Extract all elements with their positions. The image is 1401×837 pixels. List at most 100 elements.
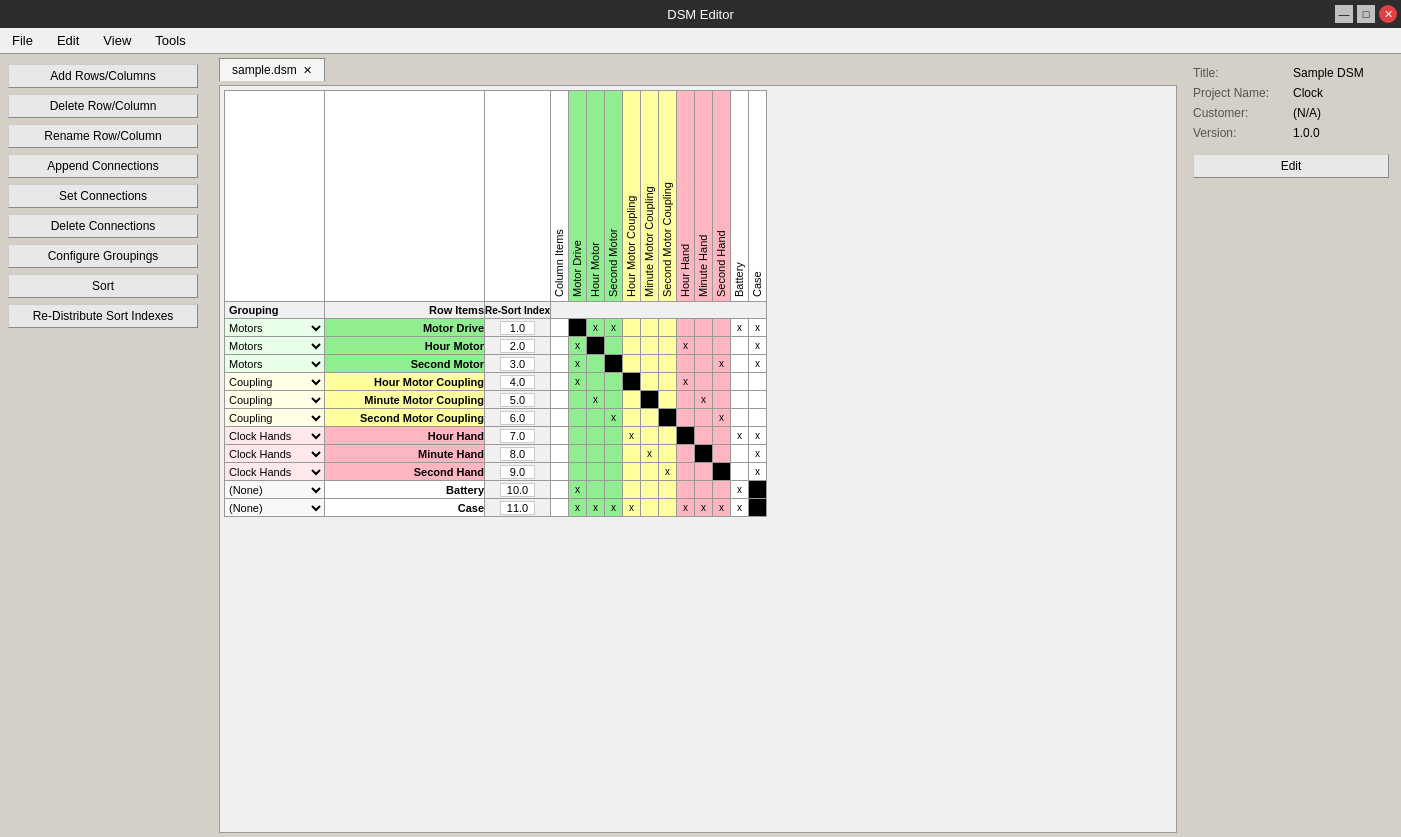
matrix-cell: x — [569, 499, 587, 517]
index-cell-sh[interactable] — [485, 463, 551, 481]
title-value: Sample DSM — [1293, 66, 1364, 80]
grouping-cell-second-motor-coupling[interactable]: MotorsCouplingClock Hands(None) — [225, 409, 325, 427]
close-button[interactable]: ✕ — [1379, 5, 1397, 23]
index-input-case[interactable] — [500, 501, 535, 515]
grouping-select-minute-motor-coupling[interactable]: MotorsCouplingClock Hands(None) — [225, 393, 324, 407]
set-connections-button[interactable]: Set Connections — [8, 184, 198, 208]
menu-bar: File Edit View Tools — [0, 28, 1401, 54]
grouping-select-hour-motor[interactable]: MotorsCouplingClock Hands(None) — [225, 339, 324, 353]
menu-tools[interactable]: Tools — [151, 31, 189, 50]
index-cell-hh[interactable] — [485, 427, 551, 445]
index-cell-battery[interactable] — [485, 481, 551, 499]
matrix-cell — [623, 445, 641, 463]
index-cell-mh[interactable] — [485, 445, 551, 463]
delete-connections-button[interactable]: Delete Connections — [8, 214, 198, 238]
index-input-mh[interactable] — [500, 447, 535, 461]
maximize-button[interactable]: □ — [1357, 5, 1375, 23]
grouping-cell-second-hand[interactable]: MotorsCouplingClock Hands(None) — [225, 463, 325, 481]
edit-button[interactable]: Edit — [1193, 154, 1389, 178]
matrix-cell: x — [713, 409, 731, 427]
index-cell-hour-motor[interactable] — [485, 337, 551, 355]
version-label: Version: — [1193, 126, 1293, 140]
table-row: MotorsCouplingClock Hands(None) Minute M… — [225, 391, 767, 409]
left-panel: Add Rows/Columns Delete Row/Column Renam… — [0, 54, 215, 837]
grouping-select-second-motor-coupling[interactable]: MotorsCouplingClock Hands(None) — [225, 411, 324, 425]
grouping-select-hour-motor-coupling[interactable]: MotorsCouplingClock Hands(None) — [225, 375, 324, 389]
grouping-cell-second-motor[interactable]: MotorsCouplingClock Hands(None) — [225, 355, 325, 373]
grouping-cell-battery[interactable]: MotorsCouplingClock Hands(None) — [225, 481, 325, 499]
grouping-select-hour-hand[interactable]: MotorsCouplingClock Hands(None) — [225, 429, 324, 443]
matrix-cell: x — [695, 391, 713, 409]
grouping-cell-hour-motor[interactable]: MotorsCouplingClock Hands(None) — [225, 337, 325, 355]
matrix-cell: x — [713, 499, 731, 517]
index-input-second-motor[interactable] — [500, 357, 535, 371]
delete-row-column-button[interactable]: Delete Row/Column — [8, 94, 198, 118]
index-input-sh[interactable] — [500, 465, 535, 479]
tab-close-icon[interactable]: ✕ — [303, 64, 312, 77]
index-input-motor-drive[interactable] — [500, 321, 535, 335]
window-title: DSM Editor — [667, 7, 733, 22]
index-cell-mmc[interactable] — [485, 391, 551, 409]
col-header-minute-motor-coupling: Minute Motor Coupling — [641, 91, 659, 302]
minimize-button[interactable]: — — [1335, 5, 1353, 23]
index-input-hh[interactable] — [500, 429, 535, 443]
matrix-cell — [569, 409, 587, 427]
menu-view[interactable]: View — [99, 31, 135, 50]
matrix-cell — [677, 481, 695, 499]
sort-button[interactable]: Sort — [8, 274, 198, 298]
matrix-cell — [695, 481, 713, 499]
redistribute-sort-indexes-button[interactable]: Re-Distribute Sort Indexes — [8, 304, 198, 328]
matrix-cell — [713, 481, 731, 499]
grouping-cell-hour-motor-coupling[interactable]: MotorsCouplingClock Hands(None) — [225, 373, 325, 391]
table-row: MotorsCouplingClock Hands(None) Hour Mot… — [225, 373, 767, 391]
grouping-cell-minute-motor-coupling[interactable]: MotorsCouplingClock Hands(None) — [225, 391, 325, 409]
matrix-cell — [551, 427, 569, 445]
grouping-select-second-hand[interactable]: MotorsCouplingClock Hands(None) — [225, 465, 324, 479]
grouping-select-second-motor[interactable]: MotorsCouplingClock Hands(None) — [225, 357, 324, 371]
matrix-cell — [659, 499, 677, 517]
grouping-cell-hour-hand[interactable]: MotorsCouplingClock Hands(None) — [225, 427, 325, 445]
grouping-select-case[interactable]: MotorsCouplingClock Hands(None) — [225, 501, 324, 515]
configure-groupings-button[interactable]: Configure Groupings — [8, 244, 198, 268]
dsm-container[interactable]: Column Items Motor Drive Hour Motor Seco… — [219, 85, 1177, 833]
index-input-hmc[interactable] — [500, 375, 535, 389]
tab-sample-dsm[interactable]: sample.dsm ✕ — [219, 58, 325, 81]
matrix-cell — [551, 391, 569, 409]
matrix-cell — [605, 391, 623, 409]
index-cell-smc[interactable] — [485, 409, 551, 427]
header-empty-2 — [325, 91, 485, 302]
index-cell-second-motor[interactable] — [485, 355, 551, 373]
matrix-cell — [695, 409, 713, 427]
index-input-mmc[interactable] — [500, 393, 535, 407]
index-cell-hmc[interactable] — [485, 373, 551, 391]
index-cell-motor-drive[interactable] — [485, 319, 551, 337]
add-rows-columns-button[interactable]: Add Rows/Columns — [8, 64, 198, 88]
index-input-battery[interactable] — [500, 483, 535, 497]
index-input-smc[interactable] — [500, 411, 535, 425]
rename-row-column-button[interactable]: Rename Row/Column — [8, 124, 198, 148]
index-input-hour-motor[interactable] — [500, 339, 535, 353]
matrix-cell — [641, 499, 659, 517]
grouping-select-minute-hand[interactable]: MotorsCouplingClock Hands(None) — [225, 447, 324, 461]
grouping-cell-case[interactable]: MotorsCouplingClock Hands(None) — [225, 499, 325, 517]
menu-file[interactable]: File — [8, 31, 37, 50]
index-cell-case[interactable] — [485, 499, 551, 517]
matrix-cell — [587, 463, 605, 481]
grouping-select-motor-drive[interactable]: MotorsCouplingClock Hands(None) — [225, 321, 324, 335]
item-cell-second-hand: Second Hand — [325, 463, 485, 481]
info-version: Version: 1.0.0 — [1193, 126, 1389, 140]
grouping-cell-minute-hand[interactable]: MotorsCouplingClock Hands(None) — [225, 445, 325, 463]
matrix-cell — [641, 319, 659, 337]
matrix-cell — [713, 463, 731, 481]
grouping-cell-motor-drive[interactable]: MotorsCouplingClock Hands(None) — [225, 319, 325, 337]
grouping-select-battery[interactable]: MotorsCouplingClock Hands(None) — [225, 483, 324, 497]
append-connections-button[interactable]: Append Connections — [8, 154, 198, 178]
matrix-cell: x — [749, 319, 767, 337]
matrix-cell: x — [695, 499, 713, 517]
matrix-cell — [623, 319, 641, 337]
menu-edit[interactable]: Edit — [53, 31, 83, 50]
matrix-cell — [659, 373, 677, 391]
item-cell-second-motor-coupling: Second Motor Coupling — [325, 409, 485, 427]
item-cell-minute-motor-coupling: Minute Motor Coupling — [325, 391, 485, 409]
matrix-cell — [731, 409, 749, 427]
